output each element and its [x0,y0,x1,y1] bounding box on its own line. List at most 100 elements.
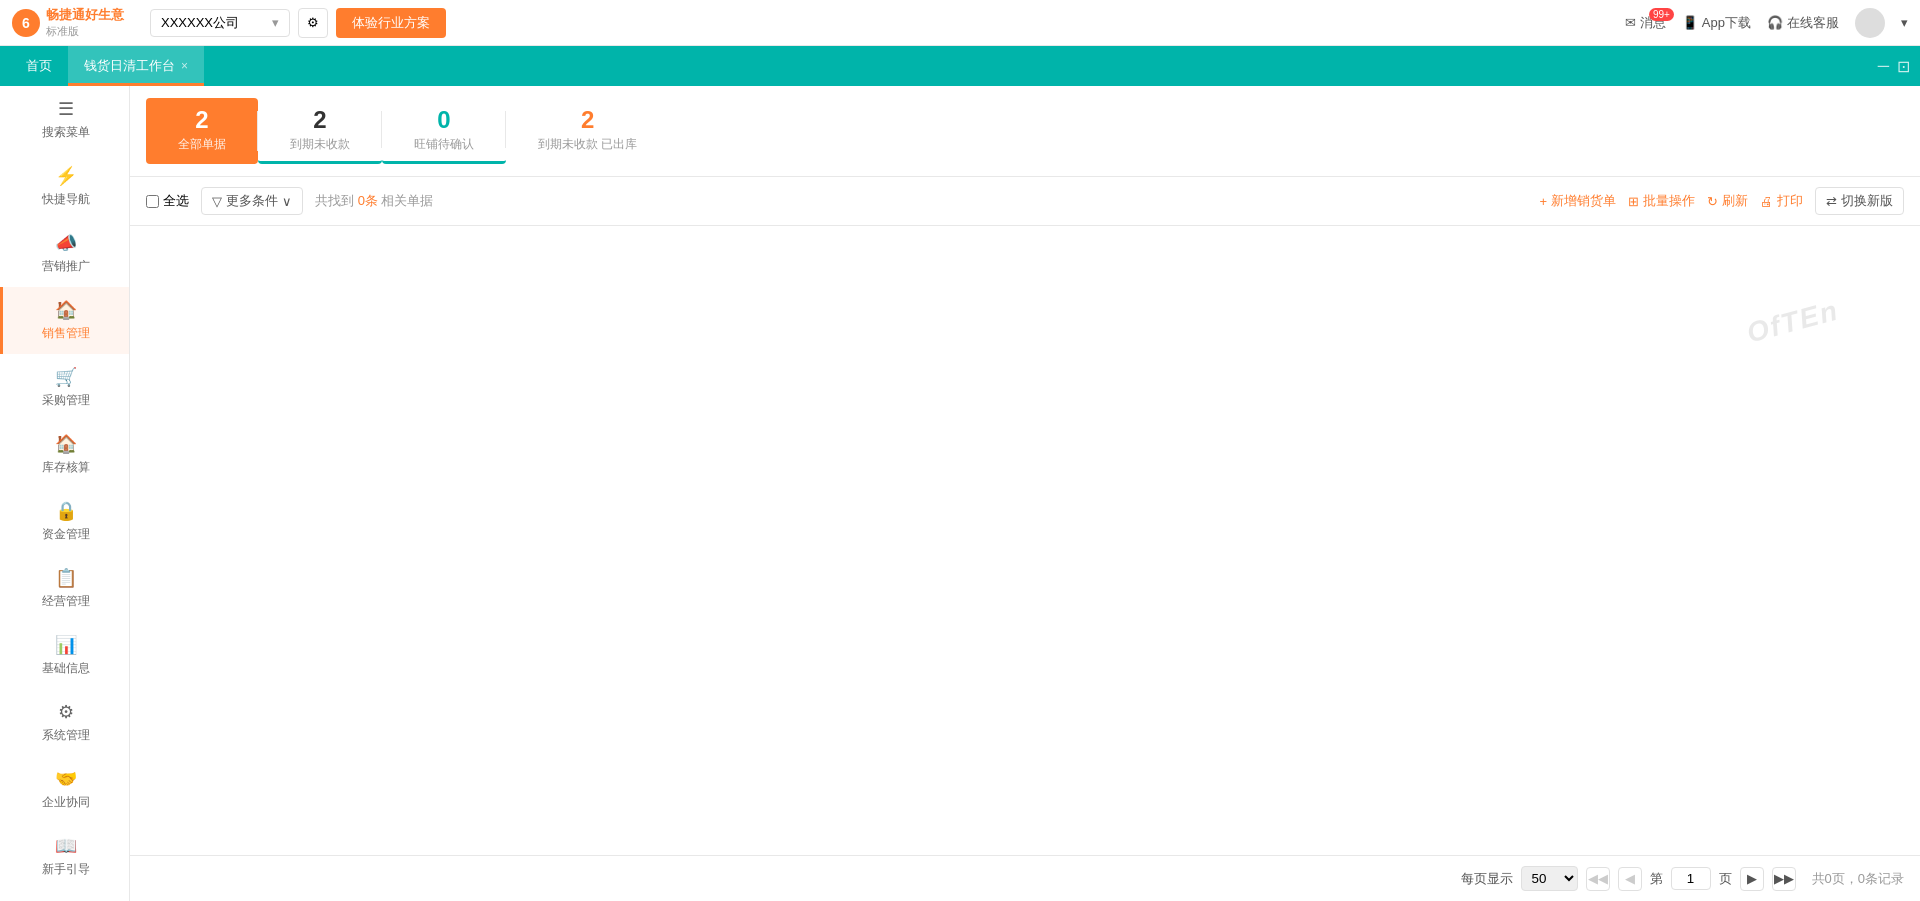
tab-close-button[interactable]: × [181,59,188,73]
filter-button[interactable]: ▽ 更多条件 ∨ [201,187,303,215]
nav-tabs: 首页 钱货日清工作台 × ─ ⊡ [0,46,1920,86]
table-area: OfTEn [130,226,1920,855]
marketing-icon: 📣 [55,232,77,254]
tab-active-indicator [68,83,204,86]
sidebar-item-quick-nav[interactable]: ⚡ 快捷导航 [0,153,129,220]
batch-icon: ⊞ [1628,194,1639,209]
batch-operation-button[interactable]: ⊞ 批量操作 [1628,192,1695,210]
summary-number-pending: 0 [437,106,450,134]
first-page-button[interactable]: ◀◀ [1586,867,1610,891]
filter-icon: ▽ [212,194,222,209]
print-icon: 🖨 [1760,194,1773,209]
batch-label: 批量操作 [1643,192,1695,210]
app-download-label: App下载 [1702,14,1751,32]
window-minimize-button[interactable]: ─ [1878,57,1889,75]
page-label: 第 [1650,870,1663,888]
sidebar-item-label-quick-nav: 快捷导航 [42,191,90,208]
message-badge: 99+ [1649,8,1674,21]
operation-icon: 📋 [55,567,77,589]
gear-icon: ⚙ [307,15,319,30]
summary-card-overdue-shipped[interactable]: 2 到期未收款 已出库 [506,98,669,164]
add-icon: + [1539,194,1547,209]
window-maximize-button[interactable]: ⊡ [1897,57,1910,76]
summary-card-overdue[interactable]: 2 到期未收款 [258,98,382,164]
add-sales-order-button[interactable]: + 新增销货单 [1539,192,1616,210]
sidebar-item-cooperation[interactable]: 🤝 企业协同 [0,756,129,823]
summary-number-overdue-shipped: 2 [581,106,594,134]
sidebar-item-label-system: 系统管理 [42,727,90,744]
username[interactable]: ▾ [1901,15,1908,30]
prev-page-button[interactable]: ◀ [1618,867,1642,891]
company-selector[interactable]: XXXXXX公司 ▾ [150,9,290,37]
sidebar-item-operation[interactable]: 📋 经营管理 [0,555,129,622]
sidebar-item-purchase[interactable]: 🛒 采购管理 [0,354,129,421]
sidebar-item-marketing[interactable]: 📣 营销推广 [0,220,129,287]
summary-number-overdue: 2 [313,106,326,134]
sidebar: ☰ 搜索菜单 ⚡ 快捷导航 📣 营销推广 🏠 销售管理 🛒 采购管理 🏠 库存核… [0,86,130,901]
select-all-checkbox[interactable]: 全选 [146,192,189,210]
settings-button[interactable]: ⚙ [298,8,328,38]
switch-version-button[interactable]: ⇄ 切换新版 [1815,187,1904,215]
summary-number-all: 2 [195,106,208,134]
sidebar-item-finance[interactable]: 🔒 资金管理 [0,488,129,555]
sidebar-item-label-cooperation: 企业协同 [42,794,90,811]
page-size-select[interactable]: 50 100 200 [1521,866,1578,891]
experience-button[interactable]: 体验行业方案 [336,8,446,38]
summary-label-overdue-shipped: 到期未收款 已出库 [538,136,637,153]
cooperation-icon: 🤝 [55,768,77,790]
found-prefix: 共找到 [315,193,354,208]
refresh-button[interactable]: ↻ 刷新 [1707,192,1748,210]
logo-badge: 标准版 [46,24,124,39]
last-page-button[interactable]: ▶▶ [1772,867,1796,891]
select-all-label: 全选 [163,192,189,210]
app-download-button[interactable]: 📱 App下载 [1682,14,1751,32]
sidebar-item-label-guide: 新手引导 [42,861,90,878]
page-size-label: 每页显示 [1461,870,1513,888]
logo-icon: 6 [12,9,40,37]
search-menu-icon: ☰ [58,98,74,120]
tab-current[interactable]: 钱货日清工作台 × [68,46,204,86]
avatar[interactable] [1855,8,1885,38]
sidebar-item-app-center[interactable]: 📦 应用中心 [0,890,129,901]
switch-icon: ⇄ [1826,194,1837,209]
sidebar-item-inventory[interactable]: 🏠 库存核算 [0,421,129,488]
print-button[interactable]: 🖨 打印 [1760,192,1803,210]
company-name: XXXXXX公司 [161,14,239,32]
company-dropdown-icon: ▾ [272,15,279,30]
sidebar-item-label-purchase: 采购管理 [42,392,90,409]
sidebar-item-label-inventory: 库存核算 [42,459,90,476]
quick-nav-icon: ⚡ [55,165,77,187]
filter-chevron-icon: ∨ [282,194,292,209]
summary-bar: 2 全部单据 2 到期未收款 0 旺铺待确认 2 到期未收款 已出库 [130,86,1920,177]
sidebar-item-sales[interactable]: 🏠 销售管理 [0,287,129,354]
system-icon: ⚙ [58,701,74,723]
sidebar-item-basic-info[interactable]: 📊 基础信息 [0,622,129,689]
summary-card-pending[interactable]: 0 旺铺待确认 [382,98,506,164]
headset-icon: 🎧 [1767,15,1783,30]
found-suffix: 相关单据 [381,193,433,208]
refresh-label: 刷新 [1722,192,1748,210]
sidebar-item-label-finance: 资金管理 [42,526,90,543]
top-right-area: ✉ 消息 99+ 📱 App下载 🎧 在线客服 ▾ [1625,8,1908,38]
tab-window-controls: ─ ⊡ [1878,57,1910,76]
guide-icon: 📖 [55,835,77,857]
sidebar-item-search-menu[interactable]: ☰ 搜索菜单 [0,86,129,153]
purchase-icon: 🛒 [55,366,77,388]
page-suffix: 页 [1719,870,1732,888]
next-page-button[interactable]: ▶ [1740,867,1764,891]
logo-title: 畅捷通好生意 [46,6,124,24]
filter-label: 更多条件 [226,192,278,210]
watermark-text: OfTEn [1743,294,1842,349]
inventory-icon: 🏠 [55,433,77,455]
sidebar-item-system[interactable]: ⚙ 系统管理 [0,689,129,756]
message-button[interactable]: ✉ 消息 99+ [1625,14,1666,32]
tab-current-label: 钱货日清工作台 [84,57,175,75]
current-page-input[interactable] [1671,867,1711,890]
summary-card-all[interactable]: 2 全部单据 [146,98,258,164]
print-label: 打印 [1777,192,1803,210]
tab-home[interactable]: 首页 [10,46,68,86]
select-all-input[interactable] [146,195,159,208]
sidebar-item-guide[interactable]: 📖 新手引导 [0,823,129,890]
summary-label-overdue: 到期未收款 [290,136,350,153]
online-service-button[interactable]: 🎧 在线客服 [1767,14,1839,32]
